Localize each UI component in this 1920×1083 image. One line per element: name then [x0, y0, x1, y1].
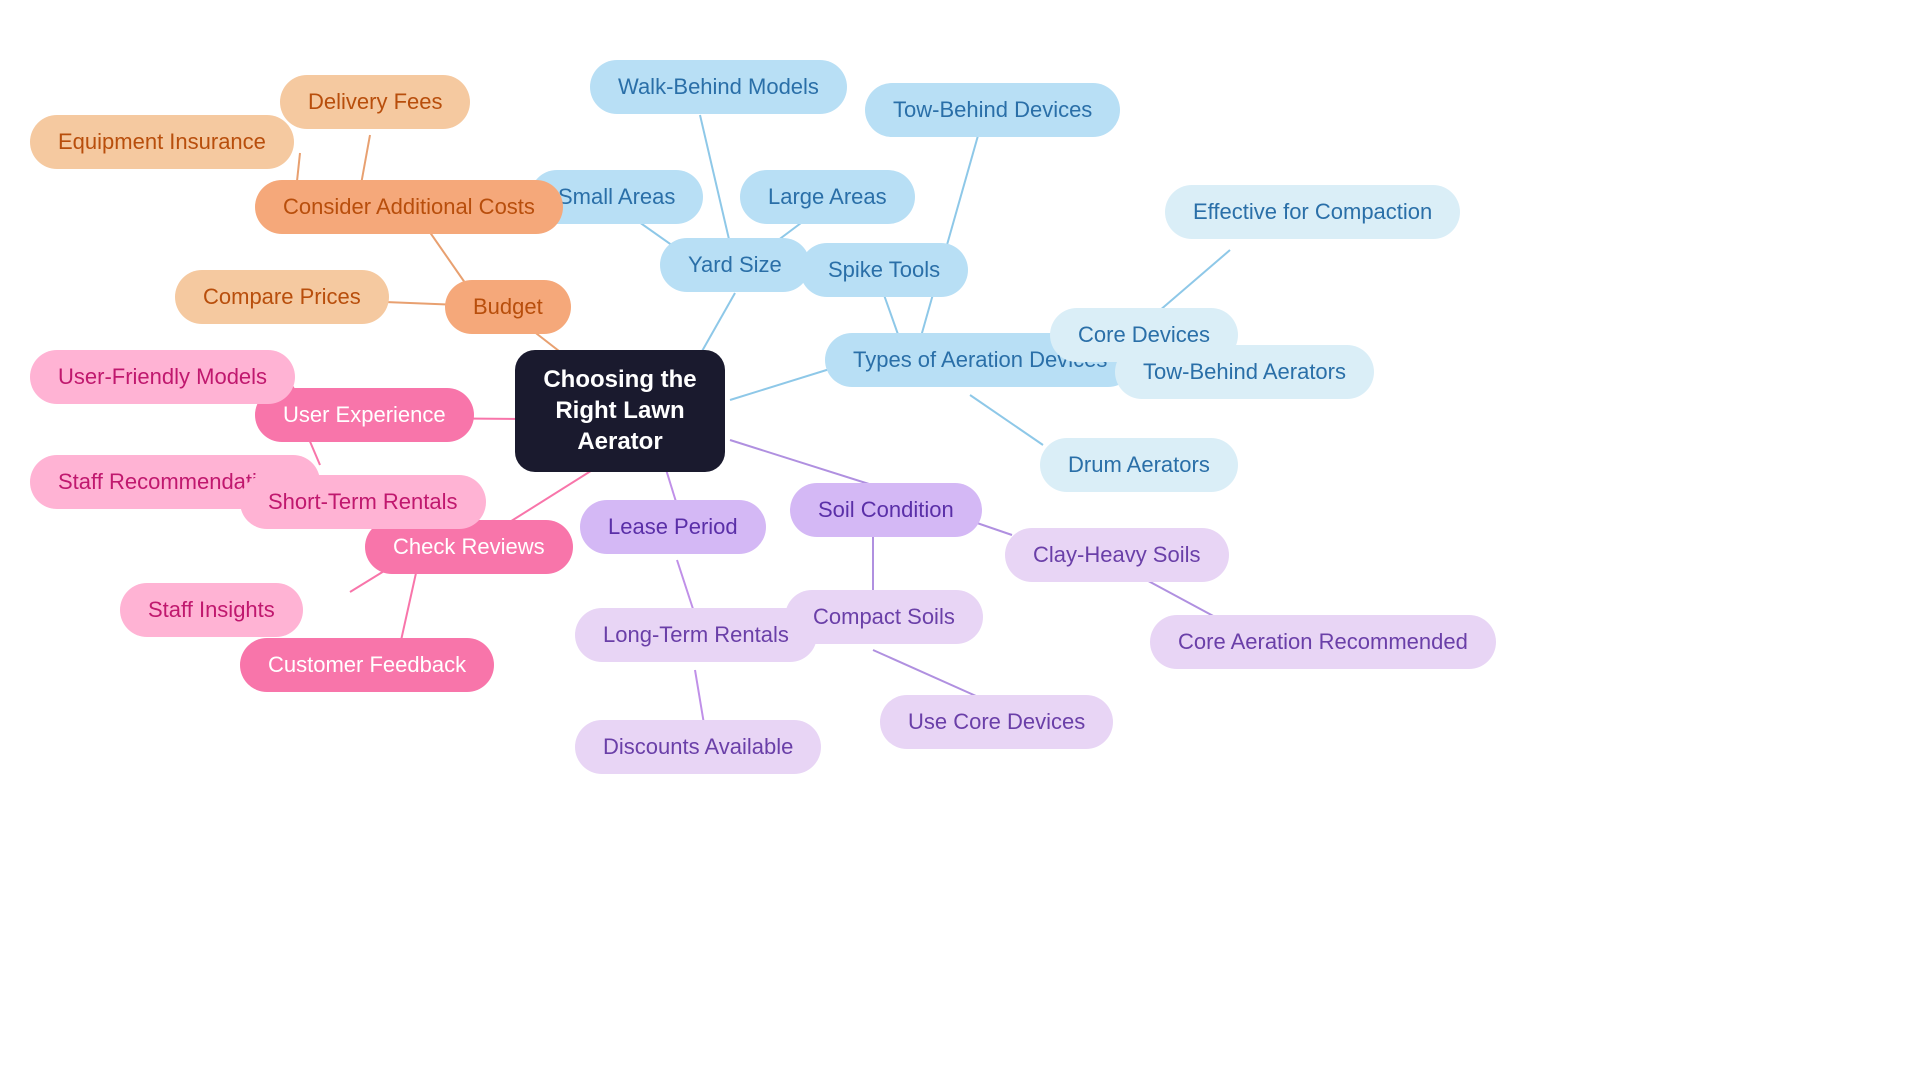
walk-behind-node: Walk-Behind Models — [590, 60, 847, 114]
large-areas-node: Large Areas — [740, 170, 915, 224]
soil-condition-node: Soil Condition — [790, 483, 982, 537]
customer-feedback-node: Customer Feedback — [240, 638, 494, 692]
tow-behind-aerators-node: Tow-Behind Aerators — [1115, 345, 1374, 399]
compare-prices-node: Compare Prices — [175, 270, 389, 324]
clay-heavy-node: Clay-Heavy Soils — [1005, 528, 1229, 582]
budget-node: Budget — [445, 280, 571, 334]
staff-insights-node: Staff Insights — [120, 583, 303, 637]
spike-tools-node: Spike Tools — [800, 243, 968, 297]
long-term-node: Long-Term Rentals — [575, 608, 817, 662]
discounts-node: Discounts Available — [575, 720, 821, 774]
effective-compaction-node: Effective for Compaction — [1165, 185, 1460, 239]
user-experience-node: User Experience — [255, 388, 474, 442]
core-aeration-node: Core Aeration Recommended — [1150, 615, 1496, 669]
yard-size-node: Yard Size — [660, 238, 810, 292]
tow-behind-devices-node: Tow-Behind Devices — [865, 83, 1120, 137]
short-term-node: Short-Term Rentals — [240, 475, 486, 529]
lease-period-node: Lease Period — [580, 500, 766, 554]
use-core-node: Use Core Devices — [880, 695, 1113, 749]
compact-soils-node: Compact Soils — [785, 590, 983, 644]
drum-aerators-node: Drum Aerators — [1040, 438, 1238, 492]
center-node: Choosing the Right Lawn Aerator — [515, 350, 725, 472]
delivery-fees-node: Delivery Fees — [280, 75, 470, 129]
equipment-insurance-node: Equipment Insurance — [30, 115, 294, 169]
user-friendly-node: User-Friendly Models — [30, 350, 295, 404]
consider-costs-node: Consider Additional Costs — [255, 180, 563, 234]
